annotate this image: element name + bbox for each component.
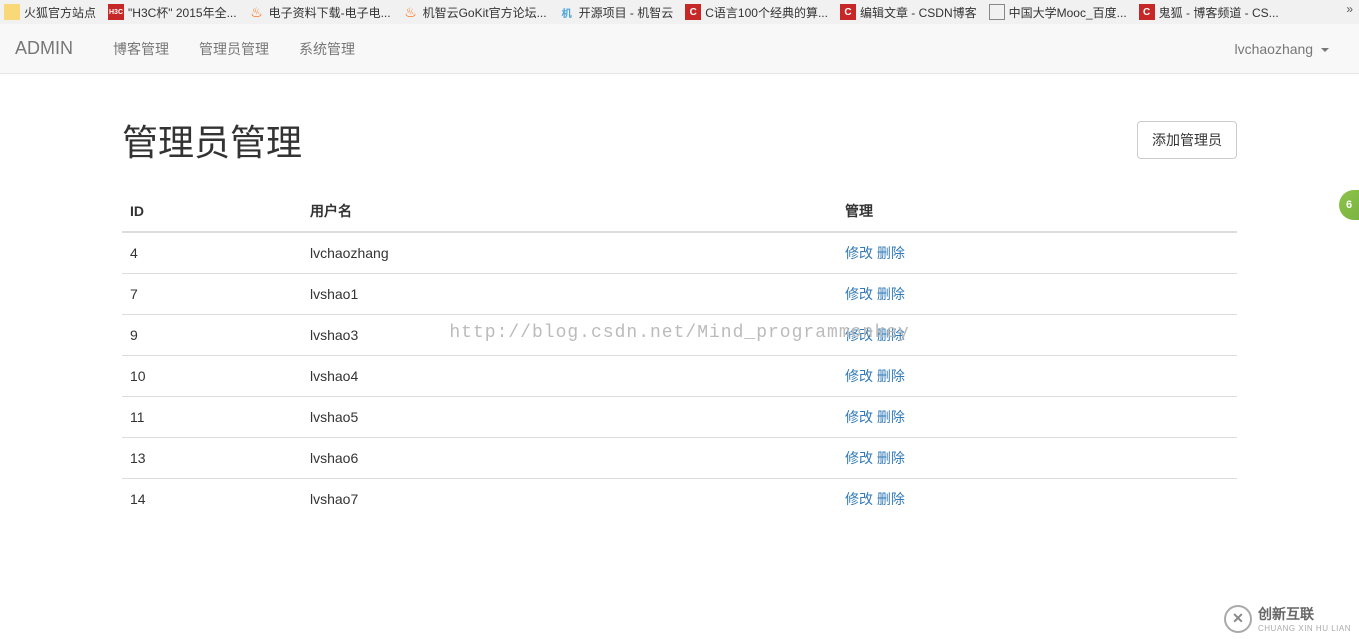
- cell-actions: 修改 删除: [837, 232, 1237, 274]
- bookmark-item[interactable]: CC语言100个经典的算...: [685, 4, 828, 21]
- bookmark-label: "H3C杯" 2015年全...: [128, 4, 237, 21]
- cell-id: 7: [122, 274, 302, 315]
- delete-link[interactable]: 删除: [877, 450, 905, 466]
- bookmark-overflow-icon[interactable]: »: [1346, 2, 1353, 16]
- h3c-icon: H3C: [108, 4, 124, 20]
- edit-link[interactable]: 修改: [845, 327, 873, 343]
- cell-id: 4: [122, 232, 302, 274]
- cell-username: lvshao7: [302, 479, 837, 520]
- delete-link[interactable]: 删除: [877, 409, 905, 425]
- nav-link-1[interactable]: 管理员管理: [184, 24, 284, 74]
- bookmark-label: C语言100个经典的算...: [705, 4, 828, 21]
- fire-icon: ♨: [249, 4, 265, 20]
- bookmark-item[interactable]: C鬼狐 - 博客频道 - CS...: [1139, 4, 1279, 21]
- edit-link[interactable]: 修改: [845, 368, 873, 384]
- footer-brand: 创新互联: [1258, 604, 1351, 624]
- csdn-icon: C: [840, 4, 856, 20]
- main-container: 管理员管理 添加管理员 ID 用户名 管理 4lvchaozhang修改 删除7…: [107, 114, 1252, 519]
- bookmark-label: 编辑文章 - CSDN博客: [860, 4, 977, 21]
- csdn-icon: C: [1139, 4, 1155, 20]
- cell-username: lvshao3: [302, 315, 837, 356]
- bookmark-item[interactable]: C编辑文章 - CSDN博客: [840, 4, 977, 21]
- cell-actions: 修改 删除: [837, 274, 1237, 315]
- nav-link-0[interactable]: 博客管理: [98, 24, 184, 74]
- fire-icon: ♨: [403, 4, 419, 20]
- delete-link[interactable]: 删除: [877, 286, 905, 302]
- image-icon: [989, 4, 1005, 20]
- user-name: lvchaozhang: [1234, 41, 1313, 57]
- delete-link[interactable]: 删除: [877, 368, 905, 384]
- cell-actions: 修改 删除: [837, 479, 1237, 520]
- bookmark-label: 鬼狐 - 博客频道 - CS...: [1159, 4, 1279, 21]
- bookmark-item[interactable]: H3C"H3C杯" 2015年全...: [108, 4, 237, 21]
- page-title: 管理员管理: [122, 114, 302, 166]
- cell-username: lvshao6: [302, 438, 837, 479]
- navbar-brand[interactable]: ADMIN: [15, 38, 88, 59]
- footer-logo-icon: ✕: [1224, 605, 1252, 633]
- footer-sub: CHUANG XIN HU LIAN: [1258, 624, 1351, 633]
- jizhiyun-icon: 机: [559, 4, 575, 20]
- nav-link-2[interactable]: 系统管理: [284, 24, 370, 74]
- table-row: 14lvshao7修改 删除: [122, 479, 1237, 520]
- add-admin-button[interactable]: 添加管理员: [1137, 121, 1237, 159]
- table-row: 10lvshao4修改 删除: [122, 356, 1237, 397]
- table-row: 11lvshao5修改 删除: [122, 397, 1237, 438]
- cell-id: 13: [122, 438, 302, 479]
- navbar: ADMIN 博客管理管理员管理系统管理 lvchaozhang: [0, 24, 1359, 74]
- bookmark-label: 火狐官方站点: [24, 4, 96, 21]
- cell-actions: 修改 删除: [837, 397, 1237, 438]
- user-dropdown[interactable]: lvchaozhang: [1219, 26, 1344, 72]
- cell-actions: 修改 删除: [837, 315, 1237, 356]
- edit-link[interactable]: 修改: [845, 409, 873, 425]
- bookmark-item[interactable]: ♨电子资料下载-电子电...: [249, 4, 391, 21]
- delete-link[interactable]: 删除: [877, 327, 905, 343]
- footer-logo[interactable]: ✕ 创新互联 CHUANG XIN HU LIAN: [1224, 604, 1351, 633]
- bookmark-item[interactable]: 火狐官方站点: [4, 4, 96, 21]
- cell-actions: 修改 删除: [837, 356, 1237, 397]
- admin-table: ID 用户名 管理 4lvchaozhang修改 删除7lvshao1修改 删除…: [122, 191, 1237, 519]
- bookmark-label: 中国大学Mooc_百度...: [1009, 4, 1127, 21]
- th-username: 用户名: [302, 191, 837, 232]
- edit-link[interactable]: 修改: [845, 491, 873, 507]
- csdn-icon: C: [685, 4, 701, 20]
- delete-link[interactable]: 删除: [877, 245, 905, 261]
- bookmark-item[interactable]: ♨机智云GoKit官方论坛...: [403, 4, 547, 21]
- bookmark-bar: 火狐官方站点H3C"H3C杯" 2015年全...♨电子资料下载-电子电...♨…: [0, 0, 1359, 24]
- table-row: 4lvchaozhang修改 删除: [122, 232, 1237, 274]
- cell-id: 11: [122, 397, 302, 438]
- bookmark-label: 开源项目 - 机智云: [579, 4, 674, 21]
- caret-down-icon: [1321, 48, 1329, 52]
- table-row: 13lvshao6修改 删除: [122, 438, 1237, 479]
- cell-actions: 修改 删除: [837, 438, 1237, 479]
- delete-link[interactable]: 删除: [877, 491, 905, 507]
- table-row: 9lvshao3修改 删除: [122, 315, 1237, 356]
- cell-username: lvchaozhang: [302, 232, 837, 274]
- bookmark-label: 电子资料下载-电子电...: [269, 4, 391, 21]
- folder-icon: [4, 4, 20, 20]
- cell-id: 9: [122, 315, 302, 356]
- th-manage: 管理: [837, 191, 1237, 232]
- edit-link[interactable]: 修改: [845, 245, 873, 261]
- bookmark-label: 机智云GoKit官方论坛...: [423, 4, 547, 21]
- bookmark-item[interactable]: 中国大学Mooc_百度...: [989, 4, 1127, 21]
- cell-id: 10: [122, 356, 302, 397]
- table-row: 7lvshao1修改 删除: [122, 274, 1237, 315]
- bookmark-item[interactable]: 机开源项目 - 机智云: [559, 4, 674, 21]
- th-id: ID: [122, 191, 302, 232]
- cell-id: 14: [122, 479, 302, 520]
- edit-link[interactable]: 修改: [845, 450, 873, 466]
- edit-link[interactable]: 修改: [845, 286, 873, 302]
- cell-username: lvshao1: [302, 274, 837, 315]
- cell-username: lvshao5: [302, 397, 837, 438]
- cell-username: lvshao4: [302, 356, 837, 397]
- corner-badge[interactable]: 6: [1339, 190, 1359, 220]
